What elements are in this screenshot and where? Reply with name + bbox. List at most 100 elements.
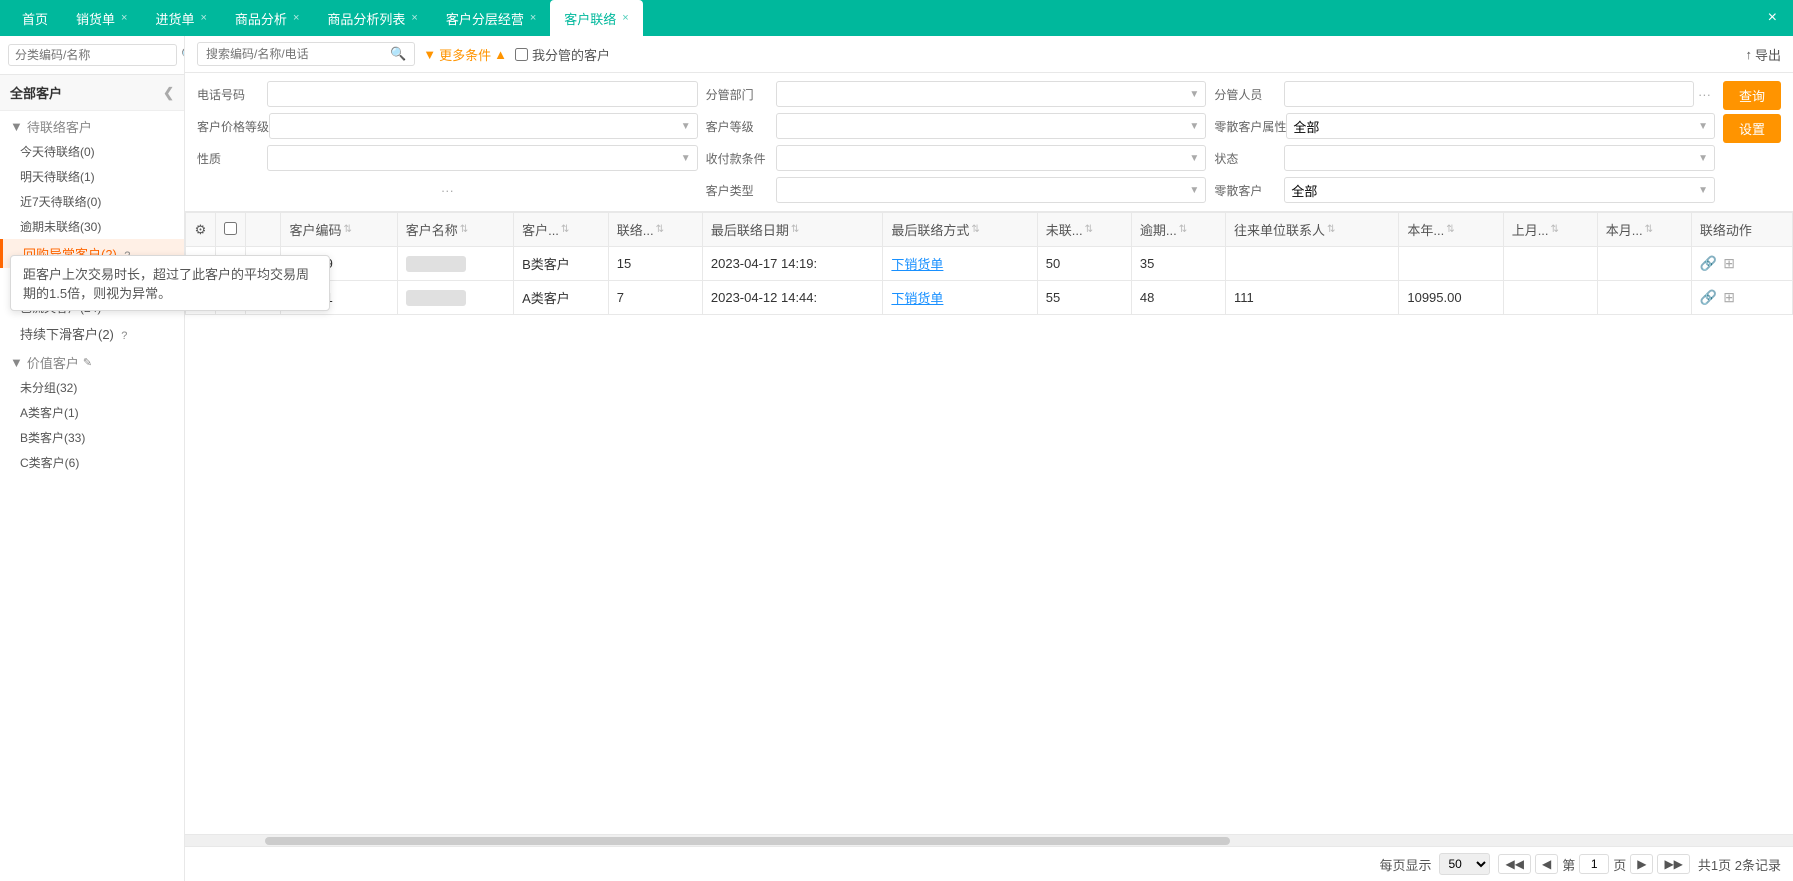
bottom-bar: 每页显示 50 100 200 ◀◀ ◀ 第 页 ▶ ▶▶ 共1页 2条记录 — [185, 846, 1793, 881]
sidebar-c-customers[interactable]: C类客户(6) — [0, 450, 184, 475]
sort-contact[interactable]: ⇅ — [656, 224, 664, 235]
sidebar-today-pending[interactable]: 今天待联络(0) — [0, 139, 184, 164]
col-category[interactable]: 客户... ⇅ — [514, 213, 609, 247]
col-code[interactable]: 客户编码 ⇅ — [281, 213, 397, 247]
export-btn[interactable]: ↑ 导出 — [1745, 45, 1781, 64]
value-edit-icon[interactable]: ✎ — [83, 356, 92, 369]
filter-buttons: 查询 设置 — [1723, 81, 1781, 143]
check-all[interactable] — [224, 222, 237, 235]
nav-home[interactable]: 首页 — [8, 0, 62, 36]
nav-purchase-close[interactable]: × — [200, 12, 206, 24]
nav-sales-close[interactable]: × — [121, 12, 127, 24]
col-last-date[interactable]: 最后联络日期 ⇅ — [702, 213, 883, 247]
person-select[interactable] — [1284, 81, 1694, 107]
last-page-btn[interactable]: ▶▶ — [1657, 854, 1689, 874]
sidebar-search-input[interactable] — [8, 44, 177, 66]
sidebar-week-pending[interactable]: 近7天待联络(0) — [0, 189, 184, 214]
sort-category[interactable]: ⇅ — [561, 224, 569, 235]
nav-customer-manage-close[interactable]: × — [530, 12, 536, 24]
sort-code[interactable]: ⇅ — [344, 224, 352, 235]
nav-customer-contact-close[interactable]: × — [622, 12, 628, 24]
setting-button[interactable]: 设置 — [1723, 114, 1781, 143]
filter-retail-attr: 零散客户属性 全部 ▼ — [1214, 113, 1715, 139]
col-check[interactable] — [216, 213, 246, 247]
customer-level-label: 客户等级 — [706, 118, 776, 135]
my-customers-checkbox[interactable] — [515, 48, 528, 61]
col-contact[interactable]: 联络... ⇅ — [608, 213, 702, 247]
col-last-method[interactable]: 最后联络方式 ⇅ — [883, 213, 1037, 247]
retail-attr-select[interactable]: 全部 ▼ — [1286, 113, 1715, 139]
sidebar-pending-group[interactable]: ▼ 待联络客户 — [0, 111, 184, 139]
sidebar-a-customers[interactable]: A类客户(1) — [0, 400, 184, 425]
row2-last-method[interactable]: 下销货单 — [883, 281, 1037, 315]
sort-this-month[interactable]: ⇅ — [1645, 224, 1653, 235]
sort-uncontacted[interactable]: ⇅ — [1085, 224, 1093, 235]
col-this-year[interactable]: 本年... ⇅ — [1399, 213, 1503, 247]
row1-last-method[interactable]: 下销货单 — [883, 247, 1037, 281]
row2-grid-icon[interactable]: ⊞ — [1723, 289, 1735, 306]
col-last-month[interactable]: 上月... ⇅ — [1503, 213, 1597, 247]
price-level-select[interactable]: ▼ — [269, 113, 698, 139]
sidebar-all-customers-header[interactable]: 全部客户 ❮ — [0, 75, 184, 111]
col-company-contacts[interactable]: 往来单位联系人 ⇅ — [1225, 213, 1398, 247]
next-page-btn[interactable]: ▶ — [1630, 854, 1653, 874]
nav-analysis-list-close[interactable]: × — [411, 12, 417, 24]
nav-sales[interactable]: 销货单 × — [62, 0, 141, 36]
sort-overdue[interactable]: ⇅ — [1179, 224, 1187, 235]
page-input[interactable] — [1579, 854, 1609, 874]
sort-this-year[interactable]: ⇅ — [1446, 224, 1454, 235]
sidebar-collapse-icon[interactable]: ❮ — [163, 85, 174, 101]
row2-uncontacted: 55 — [1037, 281, 1131, 315]
sort-company-contacts[interactable]: ⇅ — [1327, 224, 1335, 235]
payment-select[interactable]: ▼ — [776, 145, 1207, 171]
nav-purchase[interactable]: 进货单 × — [141, 0, 220, 36]
phone-input[interactable] — [267, 81, 698, 107]
row2-action: 🔗 ⊞ — [1691, 281, 1792, 315]
scrollbar-thumb[interactable] — [265, 837, 1230, 845]
dept-select[interactable]: ▼ — [776, 81, 1207, 107]
nav-analysis-close[interactable]: × — [293, 12, 299, 24]
nav-customer-contact[interactable]: 客户联络 × — [550, 0, 642, 36]
sidebar-b-customers[interactable]: B类客户(33) — [0, 425, 184, 450]
customer-level-select[interactable]: ▼ — [776, 113, 1207, 139]
col-name[interactable]: 客户名称 ⇅ — [397, 213, 513, 247]
main-search-input[interactable] — [206, 47, 386, 61]
col-gear[interactable]: ⚙ — [186, 213, 216, 247]
row2-link-icon[interactable]: 🔗 — [1700, 289, 1717, 306]
nav-analysis[interactable]: 商品分析 × — [221, 0, 313, 36]
customer-type-select[interactable]: ▼ — [776, 177, 1207, 203]
per-page-select[interactable]: 50 100 200 — [1439, 853, 1490, 875]
sidebar-overdue-pending[interactable]: 逾期未联络(30) — [0, 214, 184, 239]
nav-customer-manage[interactable]: 客户分层经营 × — [432, 0, 550, 36]
row1-link-icon[interactable]: 🔗 — [1700, 255, 1717, 272]
main-search-icon[interactable]: 🔍 — [390, 46, 406, 62]
person-dots[interactable]: ··· — [1694, 87, 1715, 102]
nav-analysis-list[interactable]: 商品分析列表 × — [313, 0, 431, 36]
declining-help-icon[interactable]: ? — [121, 330, 127, 342]
sidebar-ungroup[interactable]: 未分组(32) — [0, 375, 184, 400]
sort-last-month[interactable]: ⇅ — [1551, 224, 1559, 235]
first-page-btn[interactable]: ◀◀ — [1498, 854, 1530, 874]
nature-select[interactable]: ▼ — [267, 145, 698, 171]
sidebar-declining[interactable]: 持续下滑客户(2) ? — [0, 320, 184, 347]
query-button[interactable]: 查询 — [1723, 81, 1781, 110]
row1-company-contacts — [1225, 247, 1398, 281]
window-close-btn[interactable]: × — [1760, 9, 1785, 27]
col-this-month[interactable]: 本月... ⇅ — [1597, 213, 1691, 247]
sidebar-value-group[interactable]: ▼ 价值客户 ✎ — [0, 347, 184, 375]
more-conditions-btn[interactable]: ▼ 更多条件 ▲ — [423, 45, 507, 64]
status-select[interactable]: ▼ — [1284, 145, 1715, 171]
filter-row4-dots[interactable]: ··· — [437, 183, 458, 198]
sort-name[interactable]: ⇅ — [460, 224, 468, 235]
sort-last-method[interactable]: ⇅ — [971, 224, 979, 235]
retail-customer-select[interactable]: 全部 ▼ — [1284, 177, 1715, 203]
col-uncontacted[interactable]: 未联... ⇅ — [1037, 213, 1131, 247]
col-overdue[interactable]: 逾期... ⇅ — [1131, 213, 1225, 247]
row1-grid-icon[interactable]: ⊞ — [1723, 255, 1735, 272]
horizontal-scrollbar[interactable] — [185, 834, 1793, 846]
prev-page-btn[interactable]: ◀ — [1535, 854, 1558, 874]
sort-last-date[interactable]: ⇅ — [791, 224, 799, 235]
sidebar-tomorrow-pending[interactable]: 明天待联络(1) — [0, 164, 184, 189]
scrollbar-track — [185, 835, 1793, 846]
my-customers-checkbox-wrap[interactable]: 我分管的客户 — [515, 45, 610, 64]
